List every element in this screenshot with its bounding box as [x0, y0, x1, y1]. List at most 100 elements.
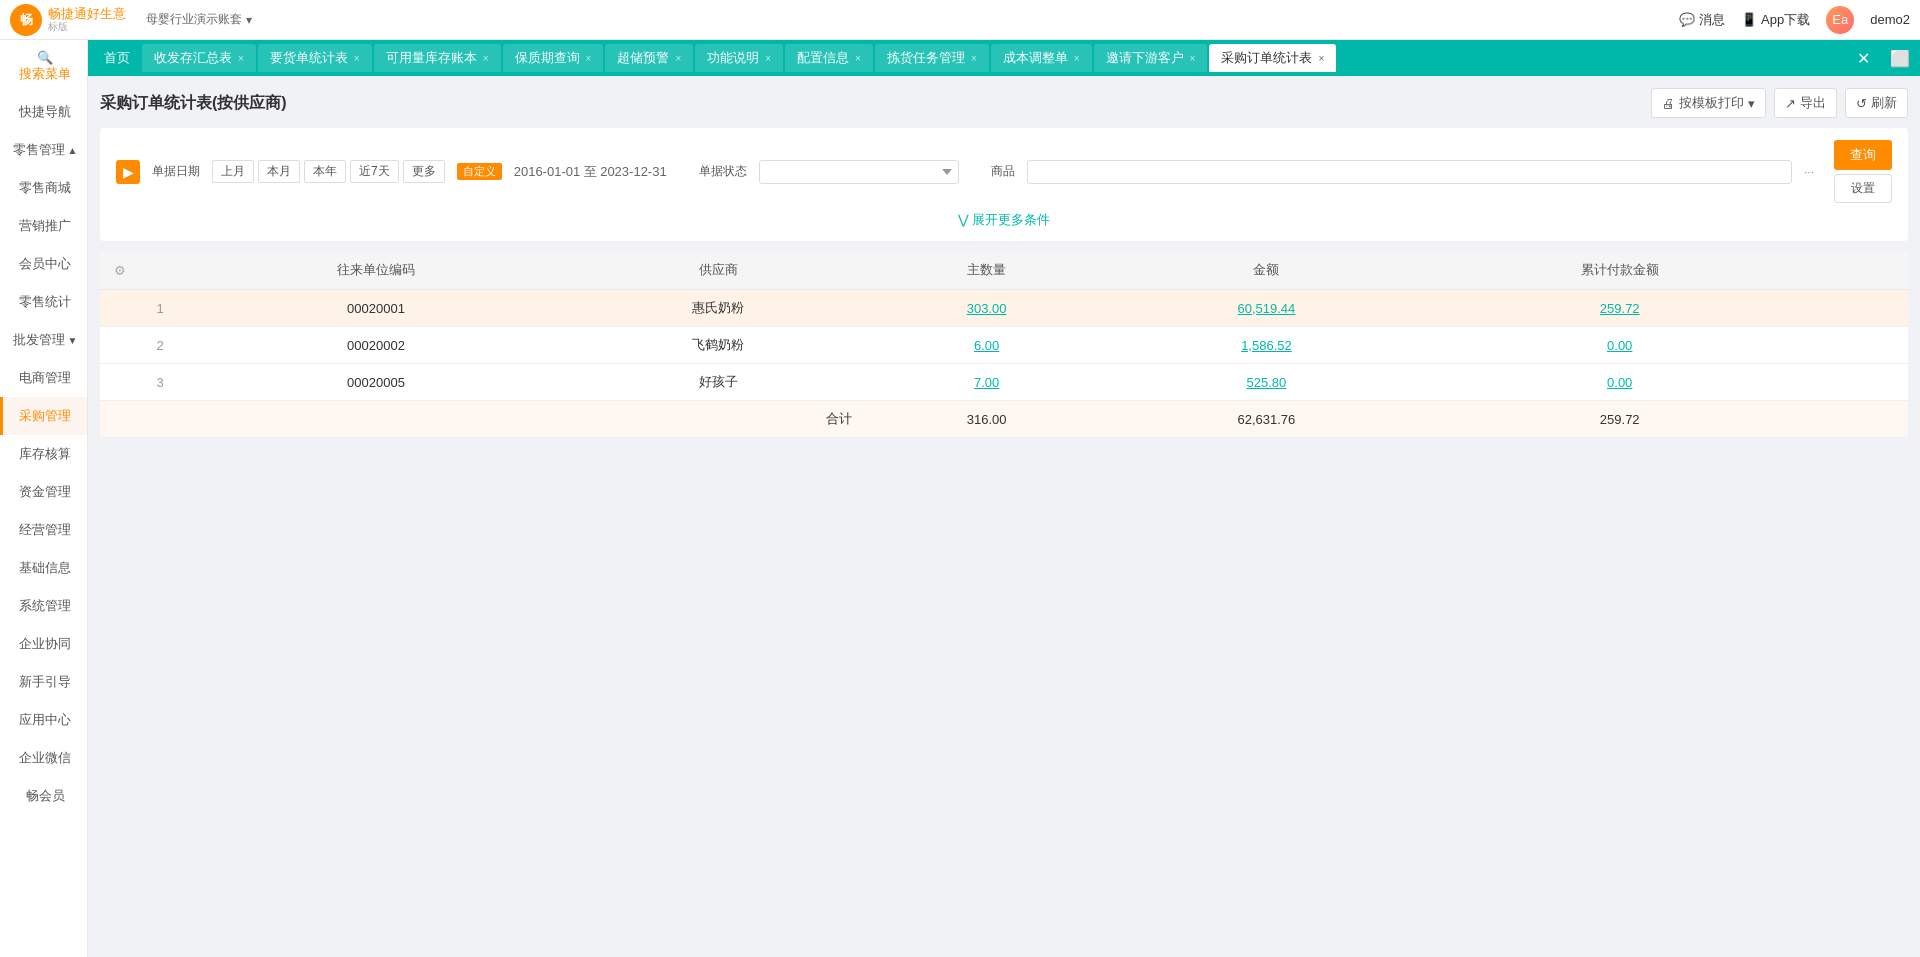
- sidebar-item-ops-mgmt[interactable]: 经营管理: [0, 511, 87, 549]
- table-row: 1 00020001 惠氏奶粉 303.00 60,519.44 259.72: [100, 290, 1908, 327]
- date-btn-7days[interactable]: 近7天: [350, 160, 399, 183]
- close-all-tabs-btn[interactable]: ✕: [1851, 47, 1876, 70]
- retail-mgmt-expand-icon: ▲: [68, 145, 78, 156]
- tab-config-info[interactable]: 配置信息 ×: [785, 44, 873, 72]
- tab-home[interactable]: 首页: [92, 49, 142, 67]
- export-icon: ↗: [1785, 96, 1796, 111]
- summary-amount: 62,631.76: [1109, 401, 1424, 438]
- sidebar-item-app-center[interactable]: 应用中心: [0, 701, 87, 739]
- status-select[interactable]: [759, 160, 959, 184]
- summary-empty-1: [100, 401, 140, 438]
- filter-toggle-btn[interactable]: ▶: [116, 160, 140, 184]
- sidebar-item-purchase-mgmt[interactable]: 采购管理: [0, 397, 87, 435]
- th-settings[interactable]: ⚙: [100, 251, 140, 290]
- sidebar-item-capital-mgmt[interactable]: 资金管理: [0, 473, 87, 511]
- sidebar-item-enterprise-wechat[interactable]: 企业微信: [0, 739, 87, 777]
- main-layout: 🔍 搜索菜单 快捷导航 零售管理 ▲ 零售商城 营销推广 会员中心 零售统计 批…: [0, 40, 1920, 957]
- sidebar-item-quick-nav[interactable]: 快捷导航: [0, 93, 87, 131]
- page-title: 采购订单统计表(按供应商): [100, 93, 287, 114]
- tab-available-inventory[interactable]: 可用量库存账本 ×: [374, 44, 501, 72]
- summary-empty-2: [140, 401, 180, 438]
- content-area: 首页 收发存汇总表 × 要货单统计表 × 可用量库存账本 × 保质期查询 × 超…: [88, 40, 1920, 957]
- close-function-desc[interactable]: ×: [765, 53, 771, 64]
- export-btn[interactable]: ↗ 导出: [1774, 88, 1837, 118]
- print-icon: 🖨: [1662, 96, 1675, 111]
- close-order-stats[interactable]: ×: [354, 53, 360, 64]
- filter-panel: ▶ 单据日期 上月 本月 本年 近7天 更多 自定义 2016-01-01 至 …: [100, 128, 1908, 241]
- sidebar-item-ecommerce-mgmt[interactable]: 电商管理: [0, 359, 87, 397]
- query-btn[interactable]: 查询: [1834, 140, 1892, 170]
- tab-order-stats[interactable]: 要货单统计表 ×: [258, 44, 372, 72]
- td-paid-amount-3[interactable]: 0.00: [1424, 364, 1816, 401]
- tab-bar: 首页 收发存汇总表 × 要货单统计表 × 可用量库存账本 × 保质期查询 × 超…: [88, 40, 1920, 76]
- filter-row: ▶ 单据日期 上月 本月 本年 近7天 更多 自定义 2016-01-01 至 …: [116, 140, 1892, 203]
- date-btn-last-month[interactable]: 上月: [212, 160, 254, 183]
- td-amount-3[interactable]: 525.80: [1109, 364, 1424, 401]
- close-warranty-query[interactable]: ×: [586, 53, 592, 64]
- sidebar-item-retail-mgmt[interactable]: 零售管理 ▲: [0, 131, 87, 169]
- sidebar-item-basic-info[interactable]: 基础信息: [0, 549, 87, 587]
- date-btn-this-month[interactable]: 本月: [258, 160, 300, 183]
- workspace-selector[interactable]: 母婴行业演示账套 ▾: [146, 11, 252, 28]
- summary-extra: [1816, 401, 1908, 438]
- th-paid-amount: 累计付款金额: [1424, 251, 1816, 290]
- td-amount-2[interactable]: 1,586.52: [1109, 327, 1424, 364]
- td-paid-amount-1[interactable]: 259.72: [1424, 290, 1816, 327]
- close-picking-task[interactable]: ×: [971, 53, 977, 64]
- td-unit-code-2: 00020002: [180, 327, 572, 364]
- filter-more-icon[interactable]: ···: [1804, 165, 1814, 179]
- tab-overstock-warning[interactable]: 超储预警 ×: [605, 44, 693, 72]
- sidebar-item-search[interactable]: 🔍 搜索菜单: [0, 40, 87, 93]
- td-supplier-2: 飞鹤奶粉: [572, 327, 864, 364]
- td-main-qty-3[interactable]: 7.00: [864, 364, 1109, 401]
- date-btn-more[interactable]: 更多: [403, 160, 445, 183]
- tab-picking-task[interactable]: 拣货任务管理 ×: [875, 44, 989, 72]
- logo-icon: 畅: [10, 4, 42, 36]
- date-btn-this-year[interactable]: 本年: [304, 160, 346, 183]
- sidebar-item-sys-mgmt[interactable]: 系统管理: [0, 587, 87, 625]
- td-index-3: 3: [140, 364, 180, 401]
- refresh-btn[interactable]: ↺ 刷新: [1845, 88, 1908, 118]
- settings-btn[interactable]: 设置: [1834, 174, 1892, 203]
- close-cost-adjust[interactable]: ×: [1074, 53, 1080, 64]
- tab-receive-summary[interactable]: 收发存汇总表 ×: [142, 44, 256, 72]
- sidebar-item-member-center[interactable]: 会员中心: [0, 245, 87, 283]
- tab-invite-downstream[interactable]: 邀请下游客户 ×: [1094, 44, 1208, 72]
- expand-more-btn[interactable]: ⋁ 展开更多条件: [958, 211, 1050, 229]
- message-btn[interactable]: 💬 消息: [1679, 11, 1725, 29]
- maximize-btn[interactable]: ⬜: [1884, 47, 1916, 70]
- user-name[interactable]: demo2: [1870, 12, 1910, 27]
- td-main-qty-1[interactable]: 303.00: [864, 290, 1109, 327]
- close-receive-summary[interactable]: ×: [238, 53, 244, 64]
- close-config-info[interactable]: ×: [855, 53, 861, 64]
- sidebar-item-new-guide[interactable]: 新手引导: [0, 663, 87, 701]
- close-purchase-order-stats[interactable]: ×: [1318, 53, 1324, 64]
- date-shortcuts: 上月 本月 本年 近7天 更多: [212, 160, 445, 183]
- sidebar-item-vip-member[interactable]: 畅会员: [0, 777, 87, 815]
- sidebar-item-marketing[interactable]: 营销推广: [0, 207, 87, 245]
- logo: 畅 畅捷通好生意 标版: [10, 4, 126, 36]
- td-main-qty-2[interactable]: 6.00: [864, 327, 1109, 364]
- close-invite-downstream[interactable]: ×: [1190, 53, 1196, 64]
- goods-input[interactable]: [1027, 160, 1792, 184]
- tab-purchase-order-stats[interactable]: 采购订单统计表 ×: [1209, 44, 1336, 72]
- print-dropdown-icon: ▾: [1748, 96, 1755, 111]
- sidebar-item-wholesale-mgmt[interactable]: 批发管理 ▼: [0, 321, 87, 359]
- td-amount-1[interactable]: 60,519.44: [1109, 290, 1424, 327]
- tab-warranty-query[interactable]: 保质期查询 ×: [503, 44, 604, 72]
- td-paid-amount-2[interactable]: 0.00: [1424, 327, 1816, 364]
- table-wrap: ⚙ 往来单位编码 供应商 主数量 金额 累计付款金额: [100, 251, 1908, 438]
- close-available-inventory[interactable]: ×: [483, 53, 489, 64]
- sidebar-item-retail-mall[interactable]: 零售商城: [0, 169, 87, 207]
- sidebar-item-inventory-check[interactable]: 库存核算: [0, 435, 87, 473]
- app-download-btn[interactable]: 📱 App下载: [1741, 11, 1810, 29]
- tab-cost-adjust[interactable]: 成本调整单 ×: [991, 44, 1092, 72]
- wholesale-mgmt-expand-icon: ▼: [68, 335, 78, 346]
- sidebar-item-retail-stats[interactable]: 零售统计: [0, 283, 87, 321]
- tab-function-desc[interactable]: 功能说明 ×: [695, 44, 783, 72]
- page-content: 采购订单统计表(按供应商) 🖨 按模板打印 ▾ ↗ 导出 ↺ 刷新: [88, 76, 1920, 957]
- date-range: 2016-01-01 至 2023-12-31: [514, 163, 667, 181]
- sidebar-item-enterprise-collab[interactable]: 企业协同: [0, 625, 87, 663]
- close-overstock-warning[interactable]: ×: [675, 53, 681, 64]
- print-btn[interactable]: 🖨 按模板打印 ▾: [1651, 88, 1766, 118]
